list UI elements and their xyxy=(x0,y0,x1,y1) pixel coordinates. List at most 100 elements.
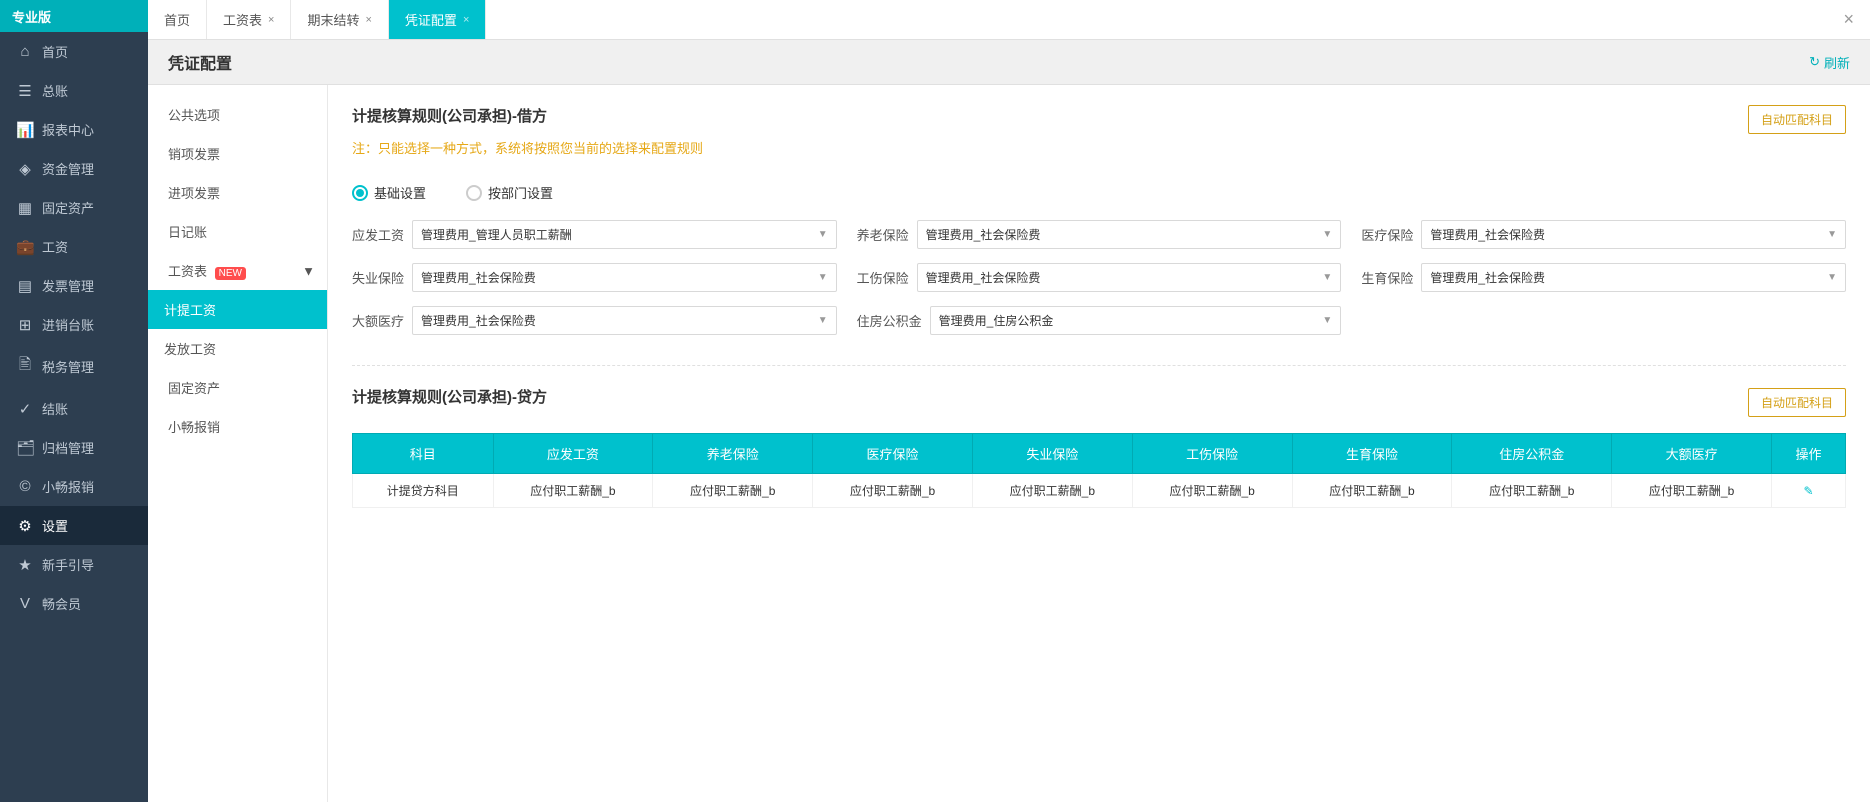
credit-auto-match-button[interactable]: 自动匹配科目 xyxy=(1748,388,1846,417)
page-title: 凭证配置 xyxy=(168,50,232,74)
left-nav-public[interactable]: 公共选项 xyxy=(148,95,327,134)
tab-voucher-config-close[interactable]: × xyxy=(463,14,469,26)
cell-pension: 应付职工薪酬_b xyxy=(653,474,813,508)
injury-select[interactable]: 管理费用_社会保险费 ▼ xyxy=(917,263,1342,292)
major-medical-select[interactable]: 管理费用_社会保险费 ▼ xyxy=(412,306,837,335)
main-area: 首页 工资表 × 期末结转 × 凭证配置 × × 凭证配置 ↻ 刷新 公共选项 … xyxy=(148,0,1870,802)
cell-salary: 应付职工薪酬_b xyxy=(493,474,653,508)
sidebar-item-tax[interactable]: 🖹 税务管理 xyxy=(0,344,148,389)
settings-mode-radio-group: 基础设置 按部门设置 xyxy=(352,183,1846,202)
unemployment-select[interactable]: 管理费用_社会保险费 ▼ xyxy=(412,263,837,292)
basic-settings-radio[interactable]: 基础设置 xyxy=(352,183,426,202)
vip-icon: V xyxy=(16,595,34,612)
left-nav-expense[interactable]: 小畅报销 xyxy=(148,407,327,446)
major-medical-select-value: 管理费用_社会保险费 xyxy=(421,312,536,329)
debit-section: 计提核算规则(公司承担)-借方 注：只能选择一种方式，系统将按照您当前的选择来配… xyxy=(352,105,1846,335)
invoice-icon: ▤ xyxy=(16,277,34,295)
sidebar-item-assets[interactable]: ▦ 固定资产 xyxy=(0,188,148,227)
col-subject: 科目 xyxy=(353,434,494,474)
tab-voucher-config-label: 凭证配置 xyxy=(405,10,457,29)
sidebar-item-label: 畅会员 xyxy=(42,594,81,613)
cell-subject: 计提贷方科目 xyxy=(353,474,494,508)
settings-icon: ⚙ xyxy=(16,517,34,535)
sidebar-item-label: 新手引导 xyxy=(42,555,94,574)
tab-bar: 首页 工资表 × 期末结转 × 凭证配置 × × xyxy=(148,0,1870,40)
sidebar-item-label: 税务管理 xyxy=(42,357,94,376)
tab-salary-table-close[interactable]: × xyxy=(268,14,274,26)
cell-injury: 应付职工薪酬_b xyxy=(1132,474,1292,508)
col-housing: 住房公积金 xyxy=(1452,434,1612,474)
medical-label: 医疗保险 xyxy=(1361,225,1413,244)
refresh-button[interactable]: ↻ 刷新 xyxy=(1809,53,1850,72)
tab-salary-table-label: 工资表 xyxy=(223,10,262,29)
col-maternity: 生育保险 xyxy=(1292,434,1452,474)
sidebar-item-guide[interactable]: ★ 新手引导 xyxy=(0,545,148,584)
basic-radio-indicator xyxy=(352,185,368,201)
left-nav-diary[interactable]: 日记账 xyxy=(148,212,327,251)
sidebar-item-xiaochang[interactable]: © 小畅报销 xyxy=(0,467,148,506)
sidebar-item-archive[interactable]: 🗂 归档管理 xyxy=(0,428,148,467)
content-area: 公共选项 销项发票 进项发票 日记账 工资表 NEW ▼ 计提工资 发放工资 固… xyxy=(148,85,1870,802)
sidebar-item-settle[interactable]: ✓ 结账 xyxy=(0,389,148,428)
debit-form-grid: 应发工资 管理费用_管理人员职工薪酬 ▼ 养老保险 管理费用_社会保险费 ▼ xyxy=(352,220,1846,335)
sidebar-item-vip[interactable]: V 畅会员 xyxy=(0,584,148,623)
tab-home-label: 首页 xyxy=(164,10,190,29)
sidebar-item-ledger[interactable]: ☰ 总账 xyxy=(0,71,148,110)
expand-icon: ▼ xyxy=(302,263,315,278)
form-item-major-medical: 大额医疗 管理费用_社会保险费 ▼ xyxy=(352,306,837,335)
form-item-medical: 医疗保险 管理费用_社会保险费 ▼ xyxy=(1361,220,1846,249)
medical-select[interactable]: 管理费用_社会保险费 ▼ xyxy=(1421,220,1846,249)
form-item-maternity: 生育保险 管理费用_社会保险费 ▼ xyxy=(1361,263,1846,292)
tax-icon: 🖹 xyxy=(16,354,34,379)
cell-unemployment: 应付职工薪酬_b xyxy=(972,474,1132,508)
funds-icon: ◈ xyxy=(16,160,34,178)
refresh-label: 刷新 xyxy=(1824,53,1850,72)
cell-action[interactable]: ✎ xyxy=(1772,474,1846,508)
major-medical-label: 大额医疗 xyxy=(352,311,404,330)
pension-select[interactable]: 管理费用_社会保险费 ▼ xyxy=(917,220,1342,249)
new-badge: NEW xyxy=(215,267,246,280)
window-close-button[interactable]: × xyxy=(1827,0,1870,39)
pension-chevron-icon: ▼ xyxy=(1322,229,1332,240)
cell-maternity: 应付职工薪酬_b xyxy=(1292,474,1452,508)
tab-period-close[interactable]: 期末结转 × xyxy=(291,0,388,39)
dept-radio-indicator xyxy=(466,185,482,201)
sidebar-item-funds[interactable]: ◈ 资金管理 xyxy=(0,149,148,188)
left-nav-salary-list[interactable]: 工资表 NEW ▼ xyxy=(148,251,327,290)
settle-icon: ✓ xyxy=(16,400,34,418)
debit-auto-match-button[interactable]: 自动匹配科目 xyxy=(1748,105,1846,134)
maternity-select-value: 管理费用_社会保险费 xyxy=(1430,269,1545,286)
tab-salary-table[interactable]: 工资表 × xyxy=(207,0,291,39)
salary-select[interactable]: 管理费用_管理人员职工薪酬 ▼ xyxy=(412,220,837,249)
maternity-select[interactable]: 管理费用_社会保险费 ▼ xyxy=(1421,263,1846,292)
debit-header-row: 计提核算规则(公司承担)-借方 注：只能选择一种方式，系统将按照您当前的选择来配… xyxy=(352,105,1846,171)
guide-icon: ★ xyxy=(16,556,34,574)
injury-label: 工伤保险 xyxy=(857,268,909,287)
stock-icon: ⊞ xyxy=(16,316,34,334)
left-nav-purchase-invoice[interactable]: 进项发票 xyxy=(148,173,327,212)
sidebar-item-report[interactable]: 📊 报表中心 xyxy=(0,110,148,149)
major-medical-chevron-icon: ▼ xyxy=(818,315,828,326)
pension-select-value: 管理费用_社会保险费 xyxy=(926,226,1041,243)
tab-period-close-close[interactable]: × xyxy=(365,14,371,26)
medical-chevron-icon: ▼ xyxy=(1827,229,1837,240)
left-nav-pay-salary[interactable]: 发放工资 xyxy=(148,329,327,368)
left-nav-fixed-assets[interactable]: 固定资产 xyxy=(148,368,327,407)
sidebar-item-label: 资金管理 xyxy=(42,159,94,178)
dept-settings-radio[interactable]: 按部门设置 xyxy=(466,183,553,202)
sidebar-item-salary[interactable]: 💼 工资 xyxy=(0,227,148,266)
left-nav-sales-invoice[interactable]: 销项发票 xyxy=(148,134,327,173)
sidebar-item-settings[interactable]: ⚙ 设置 xyxy=(0,506,148,545)
tab-home[interactable]: 首页 xyxy=(148,0,207,39)
cell-housing: 应付职工薪酬_b xyxy=(1452,474,1612,508)
housing-select[interactable]: 管理费用_住房公积金 ▼ xyxy=(930,306,1342,335)
sidebar-item-stock[interactable]: ⊞ 进销台账 xyxy=(0,305,148,344)
home-icon: ⌂ xyxy=(16,43,34,60)
sidebar-item-home[interactable]: ⌂ 首页 xyxy=(0,32,148,71)
col-pension: 养老保险 xyxy=(653,434,813,474)
maternity-label: 生育保险 xyxy=(1361,268,1413,287)
tab-voucher-config[interactable]: 凭证配置 × xyxy=(389,0,486,39)
left-nav-calc-salary[interactable]: 计提工资 xyxy=(148,290,327,329)
sidebar-item-invoice[interactable]: ▤ 发票管理 xyxy=(0,266,148,305)
injury-chevron-icon: ▼ xyxy=(1322,272,1332,283)
